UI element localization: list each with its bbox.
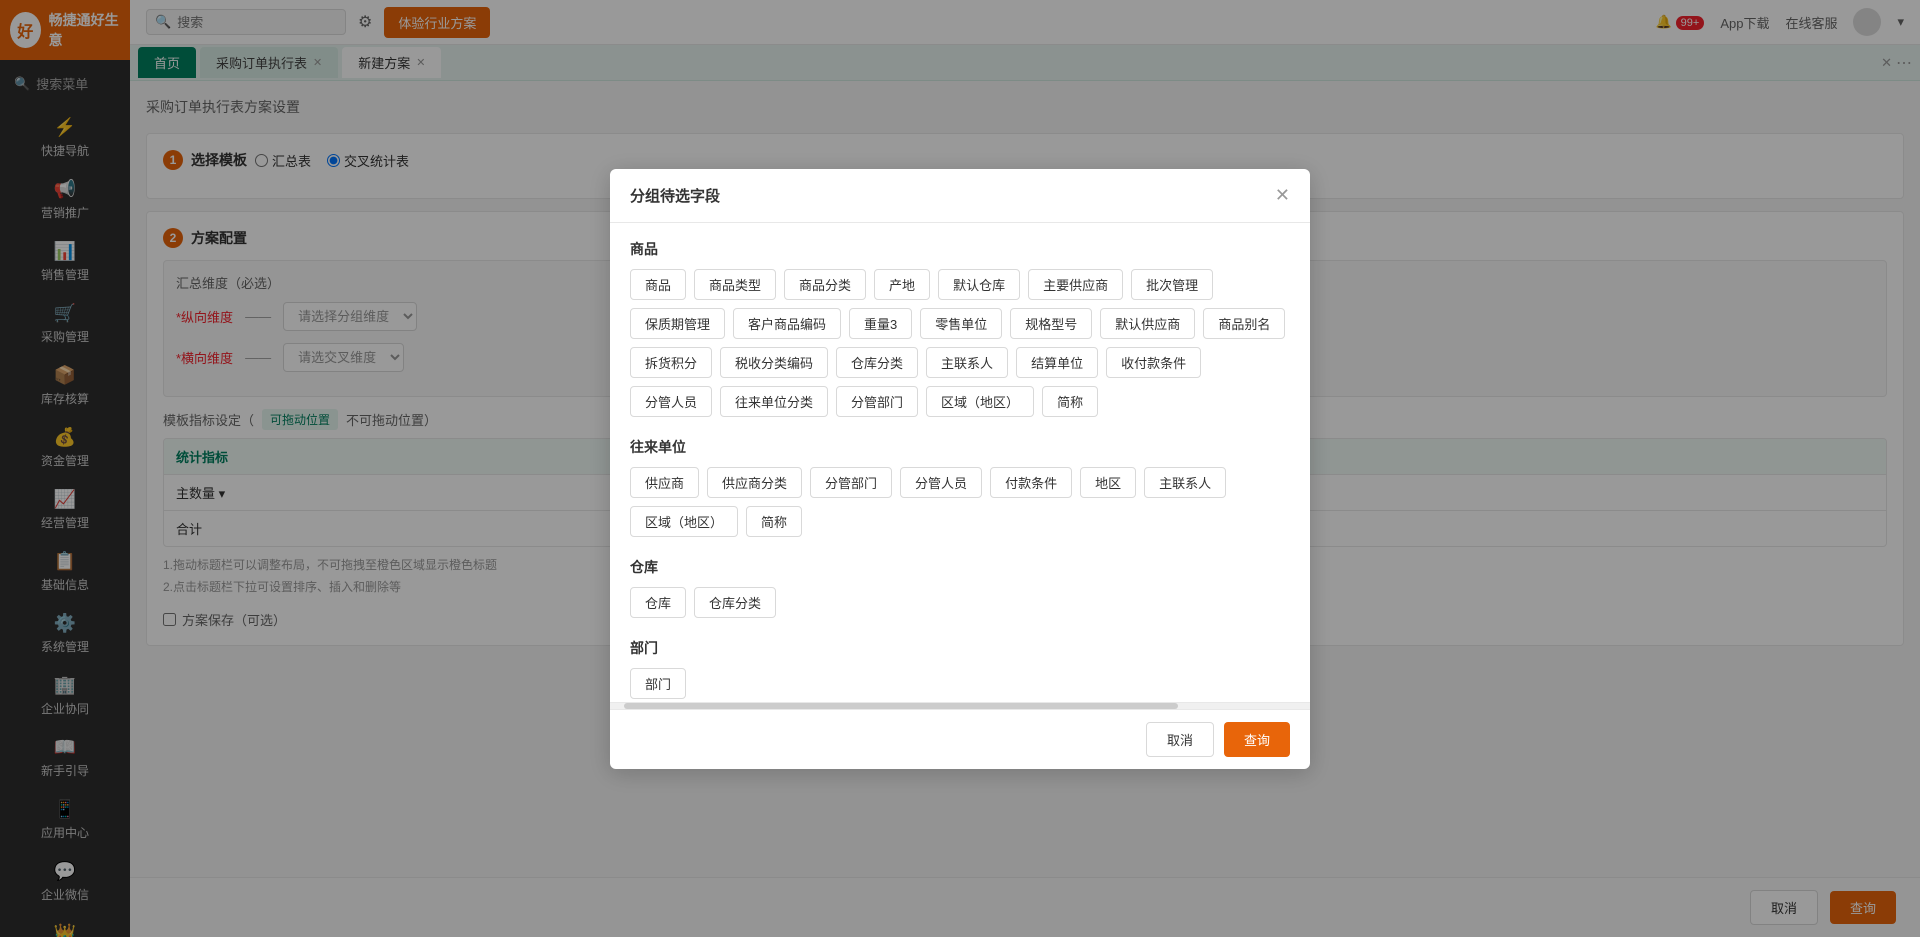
field-tag-0-3[interactable]: 产地 [874, 269, 930, 300]
field-tag-0-8[interactable]: 客户商品编码 [733, 308, 841, 339]
field-tag-1-7[interactable]: 区域（地区） [630, 506, 738, 537]
field-tag-1-1[interactable]: 供应商分类 [707, 467, 802, 498]
field-tag-0-12[interactable]: 默认供应商 [1100, 308, 1195, 339]
cancel-button[interactable]: 取消 [1146, 722, 1214, 757]
field-group-title-0: 商品 [630, 239, 1290, 259]
field-tag-0-5[interactable]: 主要供应商 [1028, 269, 1123, 300]
field-group-title-3: 部门 [630, 638, 1290, 658]
field-tag-0-22[interactable]: 分管部门 [836, 386, 918, 417]
field-group-1: 往来单位供应商供应商分类分管部门分管人员付款条件地区主联系人区域（地区） 简称 [630, 437, 1290, 537]
field-tag-2-0[interactable]: 仓库 [630, 587, 686, 618]
field-group-title-2: 仓库 [630, 557, 1290, 577]
modal-overlay: 分组待选字段 ✕ 商品商品商品类型商品分类产地默认仓库主要供应商批次管理保质期管… [0, 0, 1920, 937]
field-tag-0-15[interactable]: 税收分类编码 [720, 347, 828, 378]
field-tag-0-9[interactable]: 重量3 [849, 308, 912, 339]
modal-title: 分组待选字段 [630, 185, 720, 206]
field-group-3: 部门部门 [630, 638, 1290, 699]
modal-header: 分组待选字段 ✕ [610, 169, 1310, 223]
field-tag-0-21[interactable]: 往来单位分类 [720, 386, 828, 417]
field-tag-0-17[interactable]: 主联系人 [926, 347, 1008, 378]
field-tag-0-13[interactable]: 商品别名 [1203, 308, 1285, 339]
field-tag-1-8[interactable]: 简称 [746, 506, 802, 537]
field-tag-2-1[interactable]: 仓库分类 [694, 587, 776, 618]
field-tags-3: 部门 [630, 668, 1290, 699]
field-tag-0-10[interactable]: 零售单位 [920, 308, 1002, 339]
modal-body: 商品商品商品类型商品分类产地默认仓库主要供应商批次管理保质期管理客户商品编码重量… [610, 223, 1310, 702]
field-tag-1-4[interactable]: 付款条件 [990, 467, 1072, 498]
field-group-title-1: 往来单位 [630, 437, 1290, 457]
field-tag-0-19[interactable]: 收付款条件 [1106, 347, 1201, 378]
field-tag-0-6[interactable]: 批次管理 [1131, 269, 1213, 300]
field-tag-0-14[interactable]: 拆货积分 [630, 347, 712, 378]
modal-horizontal-scrollbar[interactable] [610, 702, 1310, 709]
field-tag-3-0[interactable]: 部门 [630, 668, 686, 699]
field-tag-0-24[interactable]: 简称 [1042, 386, 1098, 417]
field-tags-2: 仓库仓库分类 [630, 587, 1290, 618]
field-select-modal: 分组待选字段 ✕ 商品商品商品类型商品分类产地默认仓库主要供应商批次管理保质期管… [610, 169, 1310, 769]
field-tag-0-16[interactable]: 仓库分类 [836, 347, 918, 378]
field-group-0: 商品商品商品类型商品分类产地默认仓库主要供应商批次管理保质期管理客户商品编码重量… [630, 239, 1290, 417]
field-tag-1-0[interactable]: 供应商 [630, 467, 699, 498]
confirm-button[interactable]: 查询 [1224, 722, 1290, 757]
modal-footer: 取消 查询 [610, 709, 1310, 769]
field-tags-1: 供应商供应商分类分管部门分管人员付款条件地区主联系人区域（地区） 简称 [630, 467, 1290, 537]
field-tag-1-3[interactable]: 分管人员 [900, 467, 982, 498]
field-tag-1-2[interactable]: 分管部门 [810, 467, 892, 498]
modal-close-button[interactable]: ✕ [1275, 185, 1290, 206]
field-tag-0-18[interactable]: 结算单位 [1016, 347, 1098, 378]
field-group-2: 仓库仓库仓库分类 [630, 557, 1290, 618]
field-tag-0-0[interactable]: 商品 [630, 269, 686, 300]
field-tag-0-11[interactable]: 规格型号 [1010, 308, 1092, 339]
field-tag-0-20[interactable]: 分管人员 [630, 386, 712, 417]
field-tag-1-5[interactable]: 地区 [1080, 467, 1136, 498]
field-tag-0-2[interactable]: 商品分类 [784, 269, 866, 300]
field-tag-0-7[interactable]: 保质期管理 [630, 308, 725, 339]
field-tag-0-1[interactable]: 商品类型 [694, 269, 776, 300]
field-tag-1-6[interactable]: 主联系人 [1144, 467, 1226, 498]
field-tags-0: 商品商品类型商品分类产地默认仓库主要供应商批次管理保质期管理客户商品编码重量3 零… [630, 269, 1290, 417]
field-tag-0-4[interactable]: 默认仓库 [938, 269, 1020, 300]
field-tag-0-23[interactable]: 区域（地区） [926, 386, 1034, 417]
